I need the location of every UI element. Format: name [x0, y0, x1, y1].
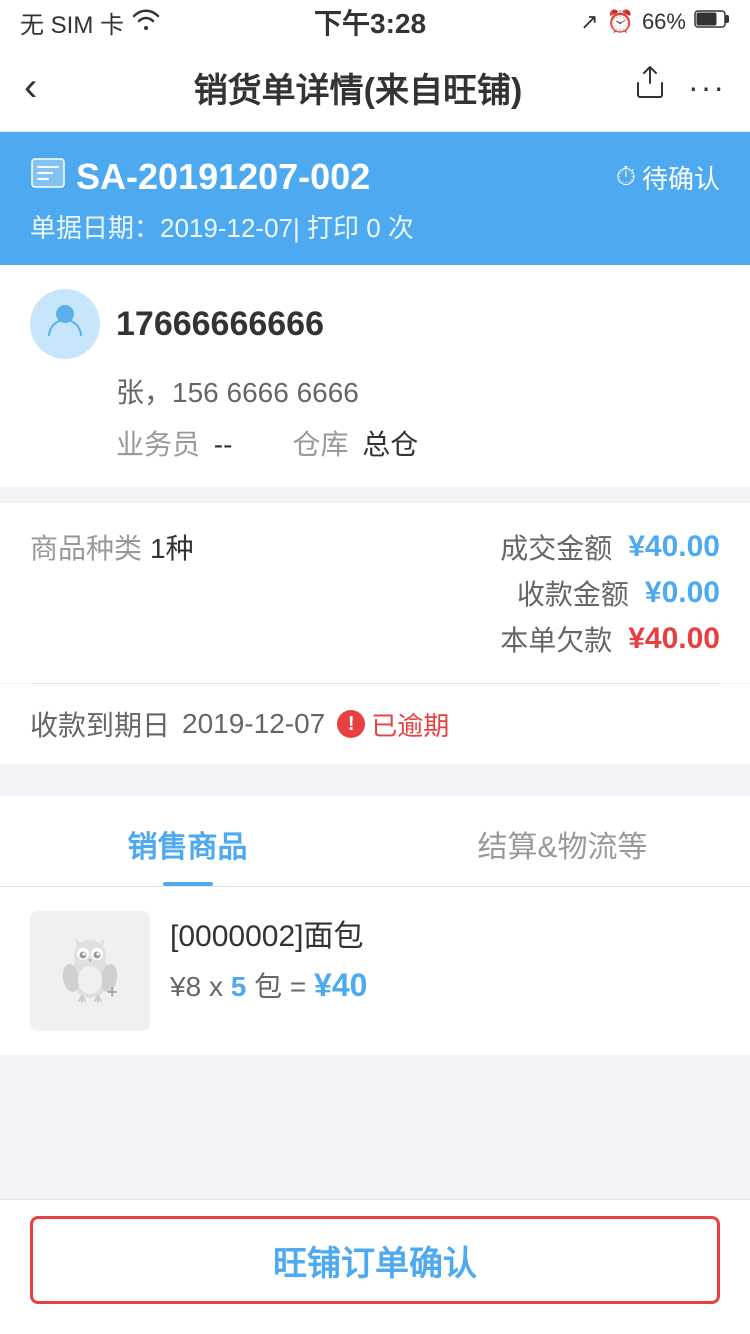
- summary-section: 商品种类 1种 成交金额 ¥40.00 收款金额 ¥0.00 本单欠款 ¥40.…: [0, 503, 750, 683]
- product-price-row: ¥8 x 5 包 = ¥40: [170, 965, 720, 1005]
- location-icon: ↗: [580, 9, 598, 35]
- back-button[interactable]: ‹: [24, 65, 84, 110]
- avatar: [30, 289, 100, 359]
- tabs-row: 销售商品 结算&物流等: [0, 796, 750, 887]
- nav-actions: ···: [632, 65, 726, 111]
- product-item: + [0000002]面包 ¥8 x 5 包 = ¥40: [30, 911, 720, 1031]
- bottom-spacer: [0, 1055, 750, 1215]
- confirm-button-container: 旺铺订单确认: [0, 1199, 750, 1334]
- salesperson-field: 业务员 --: [116, 423, 232, 463]
- share-button[interactable]: [632, 65, 668, 111]
- alarm-icon: ⏰: [607, 9, 634, 35]
- order-icon: [30, 156, 66, 198]
- product-info: [0000002]面包 ¥8 x 5 包 = ¥40: [170, 911, 720, 1005]
- customer-name: 张，156 6666 6666: [116, 371, 720, 411]
- tab-sales-products[interactable]: 销售商品: [0, 796, 375, 886]
- status-bar: 无 SIM 卡 下午3:28 ↗ ⏰ 66%: [0, 0, 750, 44]
- overdue-badge: ! 已逾期: [337, 706, 449, 743]
- summary-row: 商品种类 1种 成交金额 ¥40.00 收款金额 ¥0.00 本单欠款 ¥40.…: [30, 527, 720, 659]
- wifi-icon: [132, 8, 160, 37]
- svg-text:+: +: [107, 982, 118, 1002]
- customer-section: 17666666666 张，156 6666 6666 业务员 -- 仓库 总仓: [0, 265, 750, 487]
- divider-1: [0, 487, 750, 503]
- sim-status: 无 SIM 卡: [20, 5, 124, 40]
- clock-icon: ⏱: [616, 161, 636, 193]
- summary-left: 商品种类 1种: [30, 527, 194, 567]
- avatar-icon: [44, 298, 86, 350]
- due-section: 收款到期日 2019-12-07 ! 已逾期: [0, 684, 750, 764]
- debt-amount-row: 本单欠款 ¥40.00: [500, 619, 720, 659]
- nav-title: 销货单详情(来自旺铺): [194, 63, 523, 112]
- status-right: ↗ ⏰ 66%: [580, 9, 730, 35]
- nav-bar: ‹ 销货单详情(来自旺铺) ···: [0, 44, 750, 132]
- customer-phone: 17666666666: [116, 305, 324, 344]
- customer-meta: 业务员 -- 仓库 总仓: [116, 423, 720, 463]
- customer-row: 17666666666: [30, 289, 720, 359]
- receipt-amount-row: 收款金额 ¥0.00: [517, 573, 720, 613]
- divider-2: [0, 764, 750, 780]
- more-button[interactable]: ···: [688, 69, 726, 106]
- order-date: 单据日期：2019-12-07| 打印 0 次: [30, 208, 720, 245]
- order-id: SA-20191207-002: [30, 156, 370, 198]
- status-time: 下午3:28: [314, 2, 426, 42]
- overdue-text: 已逾期: [371, 706, 449, 743]
- order-id-row: SA-20191207-002 ⏱ 待确认: [30, 156, 720, 198]
- due-value: 2019-12-07: [182, 708, 325, 740]
- deal-amount-row: 成交金额 ¥40.00: [500, 527, 720, 567]
- due-row: 收款到期日 2019-12-07 ! 已逾期: [30, 704, 720, 744]
- product-section: + [0000002]面包 ¥8 x 5 包 = ¥40: [0, 887, 750, 1055]
- product-name: [0000002]面包: [170, 911, 720, 955]
- battery-icon: [694, 9, 730, 35]
- battery-text: 66%: [642, 9, 686, 35]
- order-header: SA-20191207-002 ⏱ 待确认 单据日期：2019-12-07| 打…: [0, 132, 750, 265]
- due-label: 收款到期日: [30, 704, 170, 744]
- order-status: ⏱ 待确认: [616, 159, 720, 196]
- tab-settlement-logistics[interactable]: 结算&物流等: [375, 796, 750, 886]
- status-left: 无 SIM 卡: [20, 5, 160, 40]
- confirm-order-button[interactable]: 旺铺订单确认: [30, 1216, 720, 1304]
- product-image: +: [30, 911, 150, 1031]
- tabs-section: 销售商品 结算&物流等: [0, 796, 750, 1055]
- product-thumbnail: +: [45, 936, 135, 1006]
- warehouse-field: 仓库 总仓: [292, 423, 418, 463]
- overdue-icon: !: [337, 710, 365, 738]
- summary-right: 成交金额 ¥40.00 收款金额 ¥0.00 本单欠款 ¥40.00: [500, 527, 720, 659]
